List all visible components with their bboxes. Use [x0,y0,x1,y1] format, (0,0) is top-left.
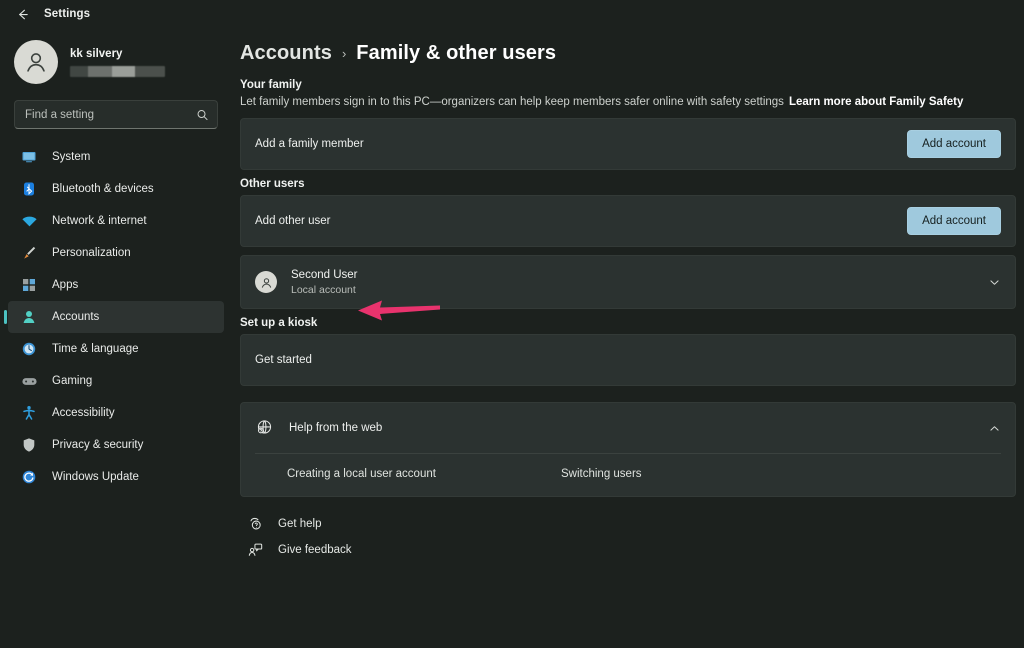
your-family-description: Let family members sign in to this PC—or… [240,96,1016,108]
user-account-type: Local account [291,284,357,297]
main-content: Accounts › Family & other users Your fam… [232,28,1024,648]
add-other-user-card: Add other user Add account [240,195,1016,247]
breadcrumb: Accounts › Family & other users [240,28,1016,71]
sidebar-item-label: System [52,151,90,163]
sidebar-item-label: Privacy & security [52,439,143,451]
search-icon[interactable] [196,108,209,121]
page-title: Family & other users [356,42,556,65]
kiosk-get-started-row[interactable]: Get started [241,335,1015,385]
help-from-web-card: Help from the web Creating a local user … [240,402,1016,497]
give-feedback-label: Give feedback [278,544,352,556]
sidebar-item-accessibility[interactable]: Accessibility [8,397,224,429]
shield-icon [20,436,38,454]
sidebar-item-label: Gaming [52,375,92,387]
sidebar-item-label: Accounts [52,311,99,323]
person-circle-icon [255,271,277,293]
help-link-creating-local-user-account[interactable]: Creating a local user account [255,468,561,480]
question-help-icon [248,516,264,532]
chevron-down-icon[interactable] [988,276,1001,289]
sidebar-item-system[interactable]: System [8,141,224,173]
kiosk-card: Get started [240,334,1016,386]
add-family-member-row[interactable]: Add a family member Add account [241,119,1015,169]
wifi-icon [20,212,38,230]
sidebar-item-label: Accessibility [52,407,115,419]
profile-email-redacted [70,66,165,77]
add-other-account-button[interactable]: Add account [907,207,1001,235]
give-feedback-link[interactable]: Give feedback [248,537,1016,563]
user-account-card: Second User Local account [240,255,1016,309]
sidebar-item-label: Network & internet [52,215,147,227]
back-arrow-icon[interactable] [8,2,36,26]
add-family-member-card: Add a family member Add account [240,118,1016,170]
apps-grid-icon [20,276,38,294]
window-body: kk silvery [0,28,1024,648]
clock-icon [20,340,38,358]
sidebar-item-label: Time & language [52,343,139,355]
help-link-switching-users[interactable]: Switching users [561,468,642,480]
update-refresh-icon [20,468,38,486]
other-users-section-title: Other users [240,178,1016,190]
sidebar-item-apps[interactable]: Apps [8,269,224,301]
search-input[interactable] [15,109,217,121]
sidebar-item-gaming[interactable]: Gaming [8,365,224,397]
get-help-label: Get help [278,518,321,530]
sidebar-item-privacy-security[interactable]: Privacy & security [8,429,224,461]
title-bar: Settings [0,0,1024,28]
sidebar-item-network-internet[interactable]: Network & internet [8,205,224,237]
bluetooth-icon [20,180,38,198]
add-family-account-button[interactable]: Add account [907,130,1001,158]
globe-help-icon [255,418,275,438]
profile-block[interactable]: kk silvery [0,32,232,94]
sidebar-item-label: Apps [52,279,78,291]
help-from-web-title: Help from the web [289,422,382,434]
breadcrumb-root[interactable]: Accounts [240,42,332,65]
your-family-description-text: Let family members sign in to this PC—or… [240,96,784,108]
get-help-link[interactable]: Get help [248,511,1016,537]
sidebar-item-label: Windows Update [52,471,139,483]
chevron-right-icon: › [342,46,346,61]
feedback-icon [248,542,264,558]
sidebar-item-personalization[interactable]: Personalization [8,237,224,269]
kiosk-get-started-label: Get started [255,354,312,366]
settings-window: Settings kk silvery [0,0,1024,648]
avatar [14,40,58,84]
help-from-web-header[interactable]: Help from the web [241,403,1015,453]
sidebar-item-label: Personalization [52,247,131,259]
search-area [0,94,232,139]
gamepad-icon [20,372,38,390]
profile-name: kk silvery [70,47,165,61]
person-icon [20,308,38,326]
user-account-text: Second User Local account [291,268,357,297]
footer-links: Get help Give feedback [240,511,1016,563]
sidebar: kk silvery [0,28,232,648]
monitor-icon [20,148,38,166]
user-account-row[interactable]: Second User Local account [241,256,1015,308]
sidebar-item-bluetooth-devices[interactable]: Bluetooth & devices [8,173,224,205]
add-other-user-label: Add other user [255,215,330,227]
accessibility-icon [20,404,38,422]
help-from-web-links: Creating a local user account Switching … [241,454,1015,496]
chevron-up-icon[interactable] [988,422,1001,435]
add-family-member-label: Add a family member [255,138,364,150]
your-family-section-title: Your family [240,79,1016,91]
paintbrush-icon [20,244,38,262]
app-title: Settings [44,8,90,20]
user-account-name: Second User [291,268,357,282]
sidebar-item-accounts[interactable]: Accounts [8,301,224,333]
sidebar-item-windows-update[interactable]: Windows Update [8,461,224,493]
sidebar-item-time-language[interactable]: Time & language [8,333,224,365]
search-box[interactable] [14,100,218,129]
add-other-user-row[interactable]: Add other user Add account [241,196,1015,246]
sidebar-item-label: Bluetooth & devices [52,183,154,195]
kiosk-section-title: Set up a kiosk [240,317,1016,329]
learn-more-family-safety-link[interactable]: Learn more about Family Safety [789,96,963,108]
sidebar-nav: System Bluetooth & devices Network & int… [0,139,232,493]
